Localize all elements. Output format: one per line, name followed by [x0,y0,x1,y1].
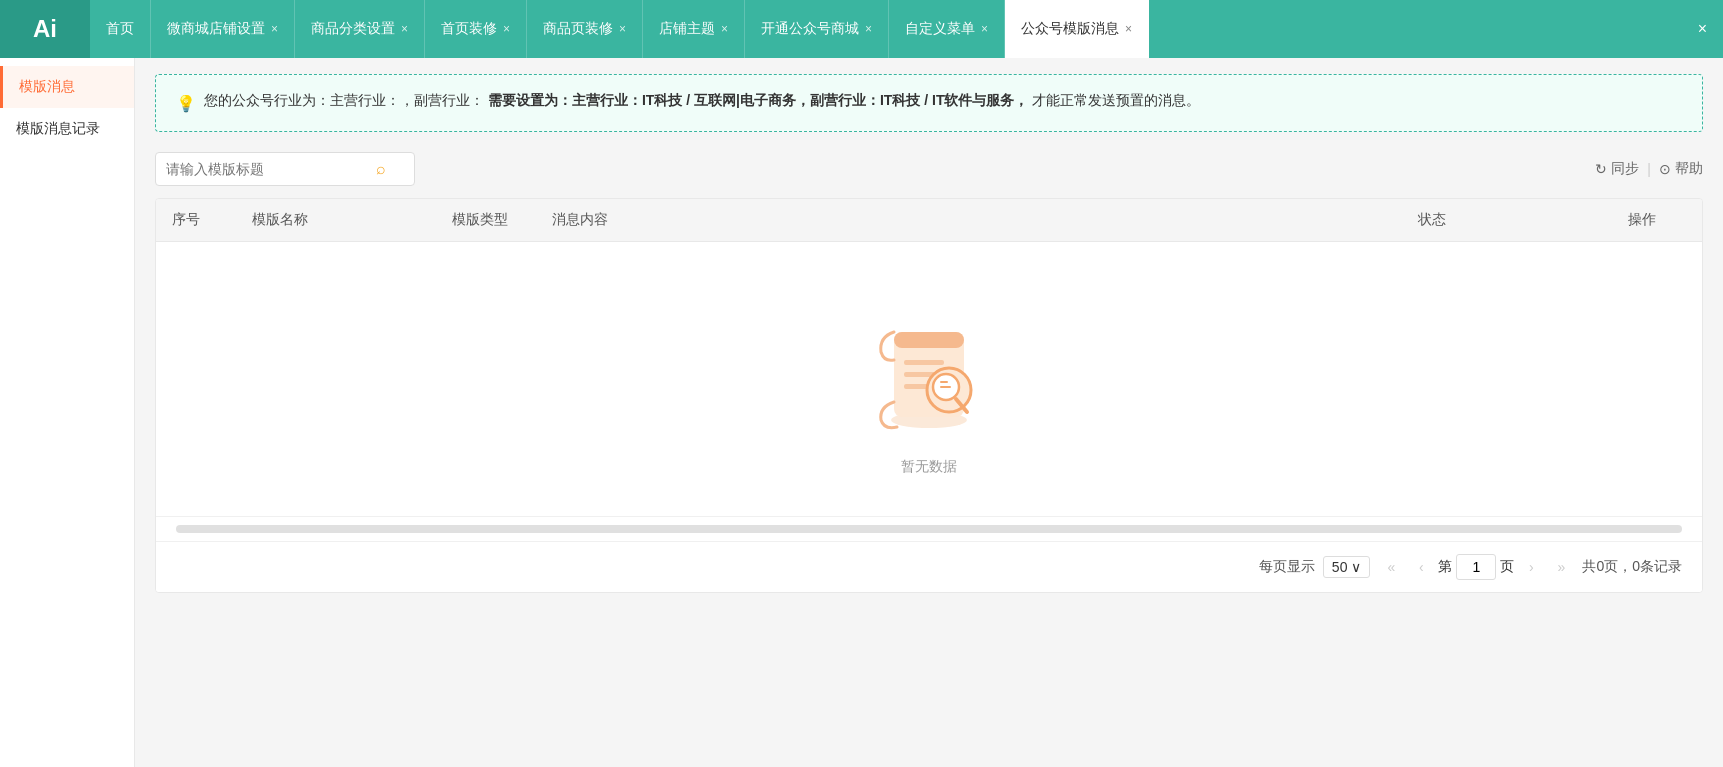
search-bar: ⌕ ↻ 同步 | ⊙ 帮助 [155,152,1703,186]
sync-icon: ↻ [1595,161,1607,177]
search-actions: ↻ 同步 | ⊙ 帮助 [1595,160,1703,178]
main-content: 💡 您的公众号行业为：主营行业：，副营行业： 需要设置为：主营行业：IT科技 /… [135,58,1723,767]
alert-icon: 💡 [176,91,196,117]
nav-tab-template-msg[interactable]: 公众号模版消息 × [1005,0,1149,58]
col-header-action: 操作 [1582,199,1702,241]
nav-tab-home[interactable]: 首页 [90,0,151,58]
nav-tab-wechat-shop[interactable]: 微商城店铺设置 × [151,0,295,58]
col-header-name: 模版名称 [236,199,436,241]
page-number-input[interactable] [1456,554,1496,580]
nav-tab-custom-menu[interactable]: 自定义菜单 × [889,0,1005,58]
horizontal-scrollbar[interactable] [176,525,1682,533]
sidebar: 模版消息模版消息记录 [0,58,135,767]
nav-tabs: 首页微商城店铺设置 ×商品分类设置 ×首页装修 ×商品页装修 ×店铺主题 ×开通… [90,0,1682,58]
empty-illustration [859,302,999,442]
prev-page-button[interactable]: ‹ [1408,554,1434,580]
table-header: 序号 模版名称 模版类型 消息内容 状态 操作 [156,199,1702,242]
nav-tab-product-page[interactable]: 商品页装修 × [527,0,643,58]
svg-rect-2 [894,332,964,348]
search-input[interactable] [166,161,376,177]
close-all-button[interactable]: × [1682,0,1723,58]
col-header-type: 模版类型 [436,199,536,241]
sidebar-item-template-msg[interactable]: 模版消息 [0,66,134,108]
close-tab-open-mall[interactable]: × [865,22,872,36]
sidebar-item-template-log[interactable]: 模版消息记录 [0,108,134,150]
nav-tab-product-category[interactable]: 商品分类设置 × [295,0,425,58]
alert-banner: 💡 您的公众号行业为：主营行业：，副营行业： 需要设置为：主营行业：IT科技 /… [155,74,1703,132]
close-tab-wechat-shop[interactable]: × [271,22,278,36]
col-header-seq: 序号 [156,199,236,241]
page-size-label: 每页显示 [1259,558,1315,576]
page-nav: « ‹ 第 页 › » [1378,554,1574,580]
alert-text: 您的公众号行业为：主营行业：，副营行业： 需要设置为：主营行业：IT科技 / 互… [204,89,1200,111]
page-suffix: 页 [1500,558,1514,576]
close-tab-custom-menu[interactable]: × [981,22,988,36]
page-prefix: 第 [1438,558,1452,576]
top-nav: Ai 首页微商城店铺设置 ×商品分类设置 ×首页装修 ×商品页装修 ×店铺主题 … [0,0,1723,58]
data-table: 序号 模版名称 模版类型 消息内容 状态 操作 [155,198,1703,593]
nav-tab-home-decor[interactable]: 首页装修 × [425,0,527,58]
scroll-bar-area [156,516,1702,541]
col-header-status: 状态 [1402,199,1582,241]
help-button[interactable]: ⊙ 帮助 [1659,160,1703,178]
close-tab-shop-theme[interactable]: × [721,22,728,36]
close-tab-product-page[interactable]: × [619,22,626,36]
sync-button[interactable]: ↻ 同步 [1595,160,1639,178]
chevron-down-icon: ∨ [1351,559,1361,575]
col-header-content: 消息内容 [536,199,1402,241]
close-tab-home-decor[interactable]: × [503,22,510,36]
pagination: 每页显示 50 ∨ « ‹ 第 页 › » 共0页，0条记录 [156,541,1702,592]
last-page-button[interactable]: » [1548,554,1574,580]
page-size-select[interactable]: 50 ∨ [1323,556,1371,578]
close-tab-product-category[interactable]: × [401,22,408,36]
nav-tab-open-mall[interactable]: 开通公众号商城 × [745,0,889,58]
help-icon: ⊙ [1659,161,1671,177]
app-logo: Ai [0,0,90,58]
alert-highlight: 需要设置为：主营行业：IT科技 / 互联网|电子商务，副营行业：IT科技 / I… [488,92,1029,108]
close-tab-template-msg[interactable]: × [1125,22,1132,36]
page-total: 共0页，0条记录 [1582,558,1682,576]
empty-state: 暂无数据 [156,242,1702,516]
first-page-button[interactable]: « [1378,554,1404,580]
svg-rect-3 [904,360,944,365]
divider: | [1647,161,1651,177]
search-icon[interactable]: ⌕ [376,160,386,178]
search-input-wrap: ⌕ [155,152,415,186]
next-page-button[interactable]: › [1518,554,1544,580]
nav-tab-shop-theme[interactable]: 店铺主题 × [643,0,745,58]
page-body: 模版消息模版消息记录 💡 您的公众号行业为：主营行业：，副营行业： 需要设置为：… [0,58,1723,767]
empty-text: 暂无数据 [901,458,957,476]
